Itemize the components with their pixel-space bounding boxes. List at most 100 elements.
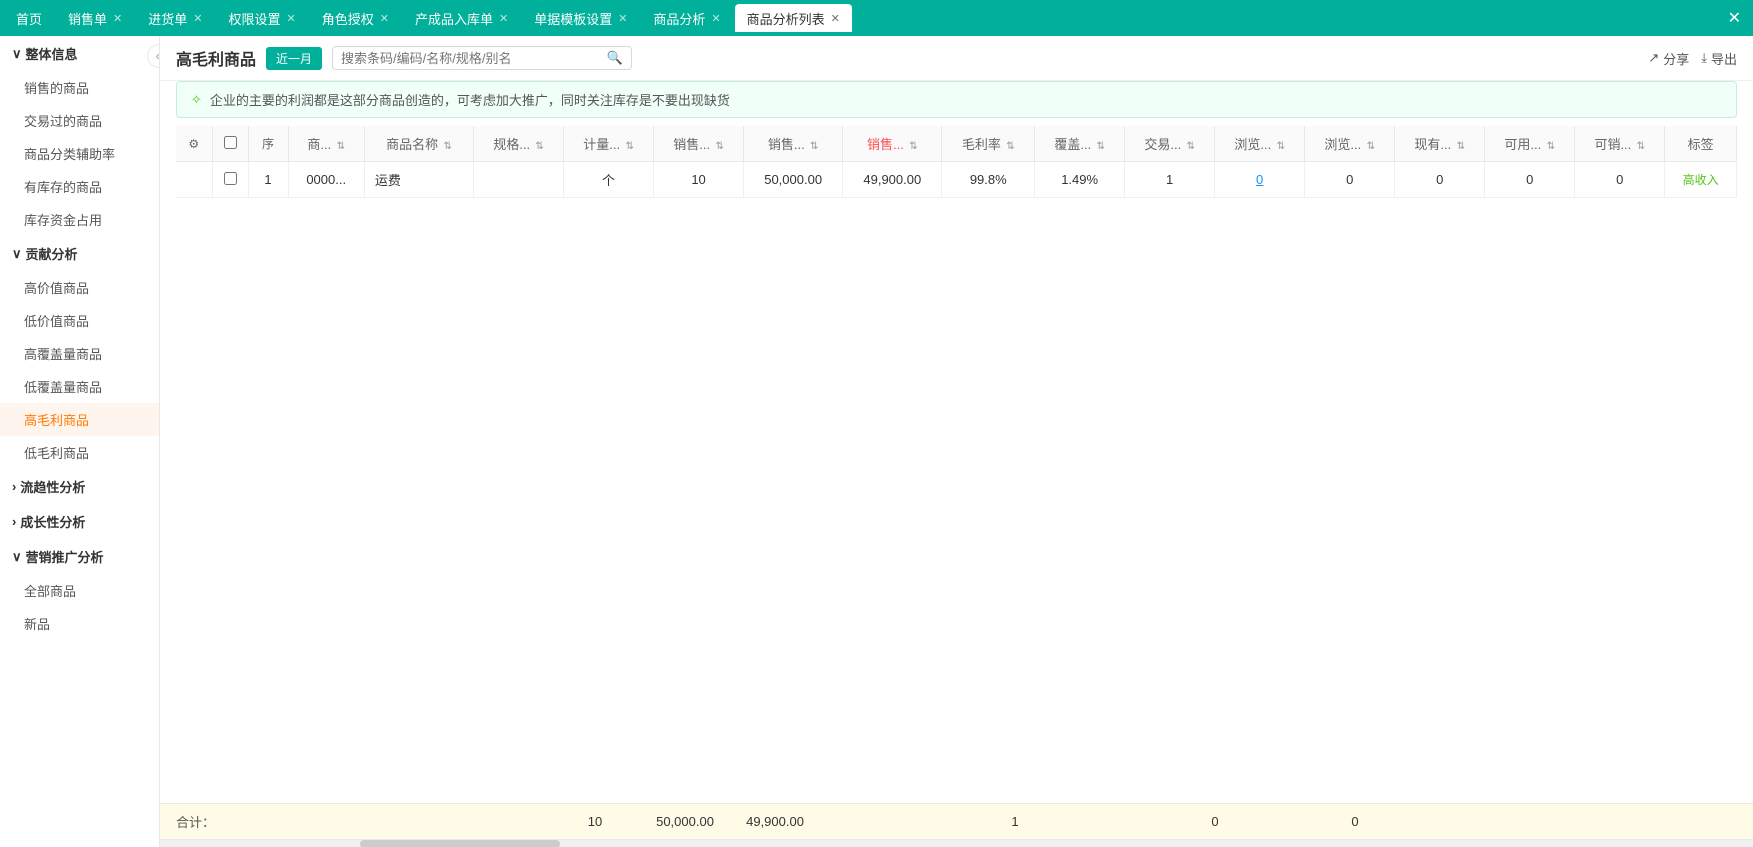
sidebar-item-sales-goods[interactable]: 销售的商品	[0, 71, 159, 104]
tab-sales-order[interactable]: 销售单 ✕	[56, 4, 134, 32]
sort-icon-sales-amount: ⇅	[810, 141, 818, 152]
sidebar-item-inventory-capital-ratio[interactable]: 库存资金占用	[0, 203, 159, 236]
col-unit[interactable]: 计量... ⇅	[564, 126, 654, 162]
cell-sales-profit: 49,900.00	[843, 162, 942, 198]
col-coverage[interactable]: 覆盖... ⇅	[1035, 126, 1125, 162]
sidebar-item-high-freq-goods[interactable]: 高覆盖量商品	[0, 337, 159, 370]
col-spec[interactable]: 规格... ⇅	[474, 126, 564, 162]
tab-product-inbound[interactable]: 产成品入库单 ✕	[403, 4, 520, 32]
sidebar-item-goods-in-stock[interactable]: 有库存的商品	[0, 170, 159, 203]
col-code[interactable]: 商... ⇅	[288, 126, 364, 162]
row-checkbox[interactable]	[224, 172, 237, 185]
sort-icon-unit: ⇅	[625, 141, 633, 152]
share-icon: ↗	[1648, 50, 1659, 66]
col-sales-profit[interactable]: 销售... ⇅	[843, 126, 942, 162]
tab-permission-settings[interactable]: 权限设置 ✕	[216, 4, 307, 32]
tab-close-product-analysis[interactable]: ✕	[711, 12, 720, 25]
search-input[interactable]	[341, 51, 601, 66]
period-button[interactable]: 近一月	[266, 47, 322, 70]
cell-spec	[474, 162, 564, 198]
tab-product-analysis[interactable]: 商品分析 ✕	[641, 4, 732, 32]
sidebar-item-high-value-goods[interactable]: 高价值商品	[0, 271, 159, 304]
sidebar-item-traded-goods[interactable]: 交易过的商品	[0, 104, 159, 137]
col-name[interactable]: 商品名称 ⇅	[364, 126, 473, 162]
tab-close-permission-settings[interactable]: ✕	[287, 12, 296, 25]
cell-settings	[176, 162, 212, 198]
horizontal-scrollbar[interactable]	[160, 839, 1753, 847]
tab-close-order-template[interactable]: ✕	[618, 12, 627, 25]
sort-icon-available: ⇅	[1547, 141, 1555, 152]
sidebar-group-financial-analysis-items: 高价值商品 低价值商品 高覆盖量商品 低覆盖量商品 高毛利商品 低毛利商品	[0, 271, 159, 469]
sidebar-item-high-margin-goods[interactable]: 高毛利商品	[0, 403, 159, 436]
cell-checkbox	[212, 162, 248, 198]
footer-current-stock: 0	[1175, 814, 1255, 829]
tab-home[interactable]: 首页	[4, 4, 54, 32]
col-settings[interactable]: ⚙	[176, 126, 212, 162]
tab-product-analysis-list[interactable]: 商品分析列表 ✕	[735, 4, 852, 32]
cell-no: 1	[248, 162, 288, 198]
info-icon: ✧	[191, 92, 202, 108]
tab-close-product-inbound[interactable]: ✕	[499, 12, 508, 25]
cell-code: 0000...	[288, 162, 364, 198]
sidebar-group-marketing-analysis[interactable]: ∨ 营销推广分析	[0, 539, 159, 574]
tab-close-role-permissions[interactable]: ✕	[380, 12, 389, 25]
tab-close-sales-order[interactable]: ✕	[113, 12, 122, 25]
col-sales-amount[interactable]: 销售... ⇅	[744, 126, 843, 162]
sidebar-group-trend-analysis[interactable]: › 流趋性分析	[0, 469, 159, 504]
chevron-down-icon: ∨	[12, 46, 22, 62]
search-icon[interactable]: 🔍	[607, 50, 623, 66]
sort-icon-margin-rate: ⇅	[1006, 141, 1014, 152]
footer-sales-profit: 49,900.00	[735, 814, 815, 829]
sort-icon-sales-qty: ⇅	[715, 141, 723, 152]
col-margin-rate[interactable]: 毛利率 ⇅	[942, 126, 1035, 162]
sidebar-item-low-value-goods[interactable]: 低价值商品	[0, 304, 159, 337]
col-views1[interactable]: 浏览... ⇅	[1215, 126, 1305, 162]
sidebar-item-all-goods[interactable]: 全部商品	[0, 574, 159, 607]
tab-purchase-order[interactable]: 进货单 ✕	[136, 4, 214, 32]
tab-close-purchase-order[interactable]: ✕	[193, 12, 202, 25]
table-row: 1 0000... 运费 个 10 50,000.00 49,900.00 99…	[176, 162, 1737, 198]
chevron-down-icon-3: ∨	[12, 549, 22, 565]
cell-available: 0	[1485, 162, 1575, 198]
sidebar-group-growth-analysis[interactable]: › 成长性分析	[0, 504, 159, 539]
cell-views1[interactable]: 0	[1215, 162, 1305, 198]
sidebar-item-low-margin-goods[interactable]: 低毛利商品	[0, 436, 159, 469]
scrollbar-thumb[interactable]	[360, 840, 560, 847]
tab-role-permissions[interactable]: 角色授权 ✕	[310, 4, 401, 32]
sort-icon-saleable: ⇅	[1637, 141, 1645, 152]
cell-views2: 0	[1305, 162, 1395, 198]
content-header: 高毛利商品 近一月 🔍 ↗ 分享 ⤓ 导出	[160, 36, 1753, 81]
sidebar-group-overall-info[interactable]: ∨ 整体信息	[0, 36, 159, 71]
export-button[interactable]: ⤓ 导出	[1701, 49, 1737, 68]
app-close-button[interactable]: ✕	[1720, 8, 1749, 28]
col-views2[interactable]: 浏览... ⇅	[1305, 126, 1395, 162]
sort-icon-transactions: ⇅	[1187, 141, 1195, 152]
col-available[interactable]: 可用... ⇅	[1485, 126, 1575, 162]
sidebar-group-financial-analysis[interactable]: ∨ 贡献分析	[0, 236, 159, 271]
col-saleable[interactable]: 可销... ⇅	[1575, 126, 1665, 162]
sidebar-item-goods-classification-assist[interactable]: 商品分类辅助率	[0, 137, 159, 170]
col-tag[interactable]: 标签	[1665, 126, 1737, 162]
tab-close-product-analysis-list[interactable]: ✕	[831, 12, 840, 25]
sort-icon-code: ⇅	[337, 141, 345, 152]
col-current-stock[interactable]: 现有... ⇅	[1395, 126, 1485, 162]
col-transactions[interactable]: 交易... ⇅	[1125, 126, 1215, 162]
share-button[interactable]: ↗ 分享	[1648, 49, 1689, 68]
cell-current-stock: 0	[1395, 162, 1485, 198]
select-all-checkbox[interactable]	[224, 136, 237, 149]
page-title: 高毛利商品	[176, 46, 256, 70]
tab-bar: 首页 销售单 ✕ 进货单 ✕ 权限设置 ✕ 角色授权 ✕ 产成品入库单 ✕ 单据…	[0, 0, 1753, 36]
footer-sales-qty: 10	[555, 814, 635, 829]
table-wrapper: ⚙ 序 商... ⇅ 商品名称 ⇅	[160, 126, 1753, 803]
sidebar-item-low-freq-goods[interactable]: 低覆盖量商品	[0, 370, 159, 403]
data-table: ⚙ 序 商... ⇅ 商品名称 ⇅	[176, 126, 1737, 198]
header-actions: ↗ 分享 ⤓ 导出	[1648, 49, 1737, 68]
sort-icon-name: ⇅	[443, 141, 451, 152]
table-header-row: ⚙ 序 商... ⇅ 商品名称 ⇅	[176, 126, 1737, 162]
col-sales-qty[interactable]: 销售... ⇅	[654, 126, 744, 162]
cell-tag: 高收入	[1665, 162, 1737, 198]
info-banner: ✧ 企业的主要的利润都是这部分商品创造的，可考虑加大推广，同时关注库存是不要出现…	[176, 81, 1737, 118]
sidebar-item-new-goods[interactable]: 新品	[0, 607, 159, 640]
cell-name[interactable]: 运费	[364, 162, 473, 198]
tab-order-template[interactable]: 单据模板设置 ✕	[522, 4, 639, 32]
